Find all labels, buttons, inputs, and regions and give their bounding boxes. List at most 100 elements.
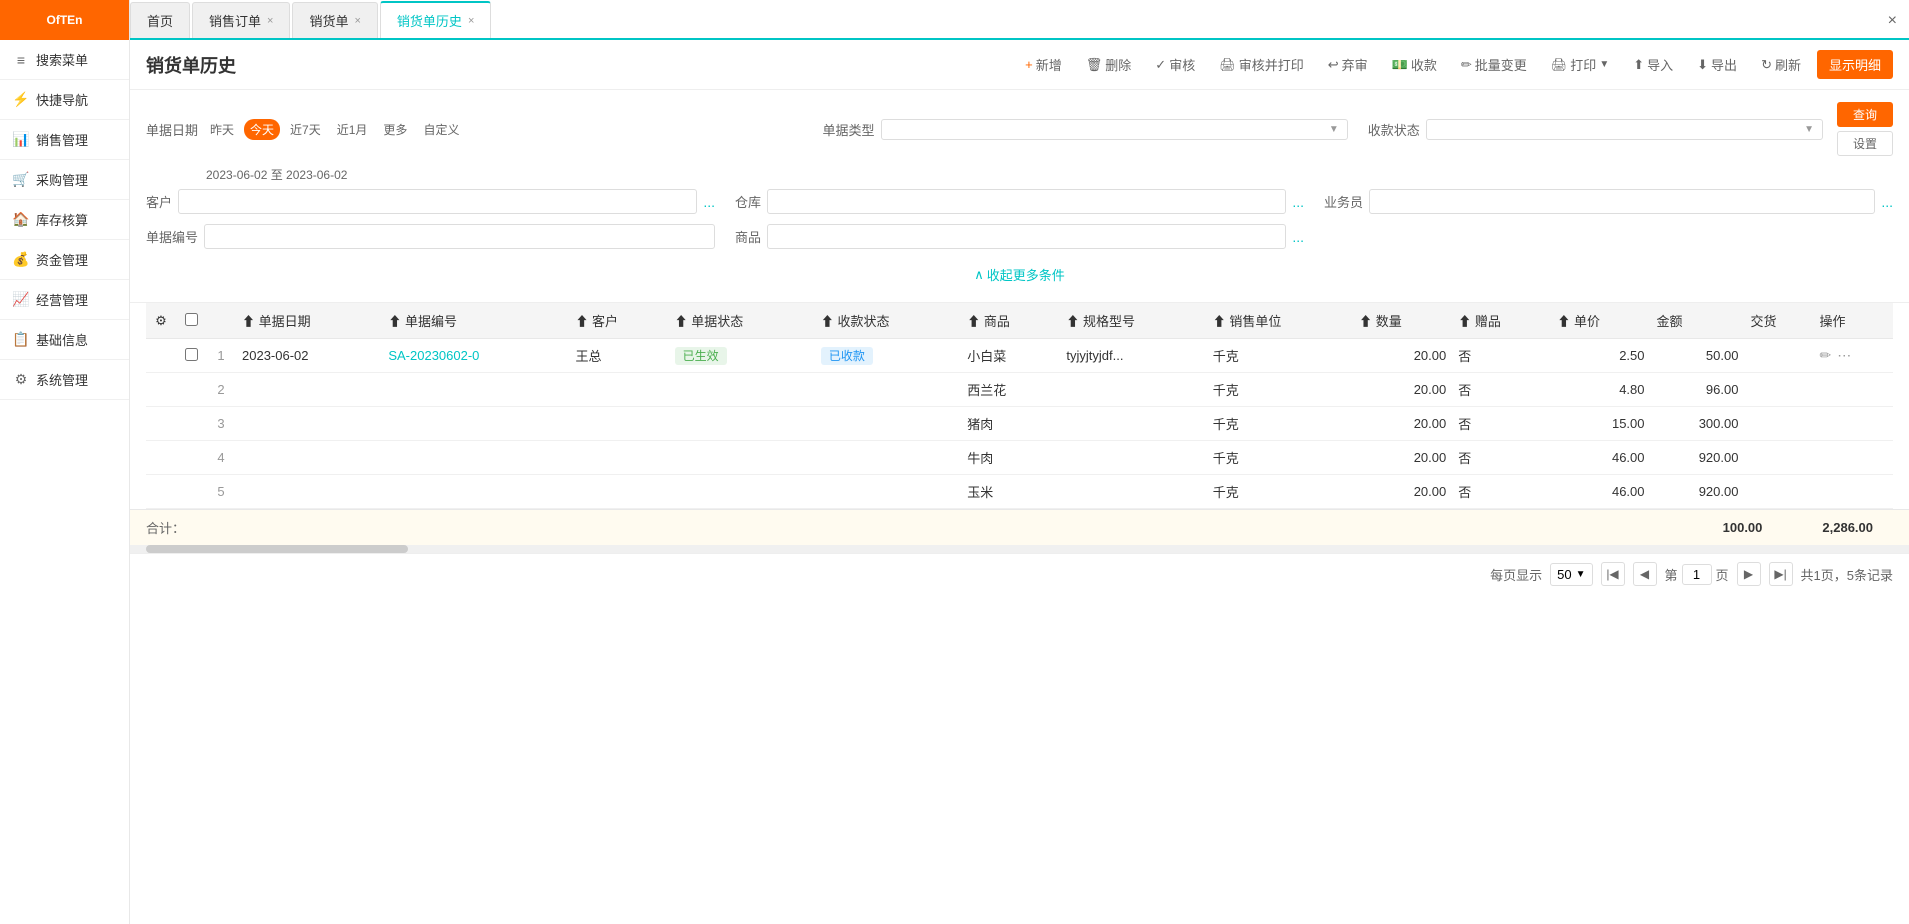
- sidebar-item-search-menu[interactable]: ≡ 搜索菜单: [0, 40, 129, 80]
- row-checkbox[interactable]: [185, 348, 198, 361]
- date-tag-custom[interactable]: 自定义: [417, 119, 465, 140]
- audit-print-button[interactable]: 🖨 审核并打印: [1211, 50, 1312, 79]
- sidebar-item-purchase-mgmt[interactable]: 🛒 采购管理: [0, 160, 129, 200]
- th-price[interactable]: ⬆ 单价: [1551, 303, 1650, 339]
- warehouse-input[interactable]: [767, 189, 1286, 214]
- footer-qty: 100.00: [246, 520, 1822, 535]
- row-customer: [569, 373, 668, 407]
- th-price-label: ⬆ 单价: [1557, 314, 1600, 329]
- sidebar-item-operations[interactable]: 📈 经营管理: [0, 280, 129, 320]
- collapse-button[interactable]: ∧ 收起更多条件: [146, 259, 1893, 290]
- doc-type-select[interactable]: ▼: [881, 119, 1348, 140]
- print-button[interactable]: 🖨 打印 ▼: [1543, 50, 1617, 79]
- prev-page-button[interactable]: ◀: [1633, 562, 1657, 586]
- first-page-button[interactable]: |◀: [1601, 562, 1625, 586]
- batch-change-button[interactable]: ✏ 批量变更: [1453, 50, 1535, 79]
- salesperson-input[interactable]: [1369, 189, 1875, 214]
- horizontal-scrollbar[interactable]: [130, 545, 1909, 553]
- row-amount: 96.00: [1651, 373, 1745, 407]
- refresh-button[interactable]: ↻ 刷新: [1753, 50, 1809, 79]
- th-unit[interactable]: ⬆ 销售单位: [1207, 303, 1353, 339]
- date-range-display: 2023-06-02 至 2023-06-02: [206, 166, 347, 183]
- row-check-cell[interactable]: [176, 475, 206, 509]
- next-page-button[interactable]: ▶: [1737, 562, 1761, 586]
- row-docno[interactable]: SA-20230602-0: [382, 339, 569, 373]
- export-button[interactable]: ⬇ 导出: [1689, 50, 1745, 79]
- row-product: 西兰花: [961, 373, 1060, 407]
- page-size-select[interactable]: 50 ▼: [1550, 563, 1592, 586]
- import-button[interactable]: ⬆ 导入: [1625, 50, 1681, 79]
- sidebar-item-quick-nav[interactable]: ⚡ 快捷导航: [0, 80, 129, 120]
- row-gift: 否: [1452, 441, 1551, 475]
- close-sales-delivery-tab[interactable]: ×: [354, 15, 360, 27]
- select-all-checkbox[interactable]: [185, 313, 198, 326]
- close-sales-history-tab[interactable]: ×: [468, 15, 474, 27]
- settings-button[interactable]: 设置: [1837, 131, 1893, 156]
- tab-sales-order[interactable]: 销售订单 ×: [192, 2, 290, 38]
- sidebar-item-inventory[interactable]: 🏠 库存核算: [0, 200, 129, 240]
- th-doc-status[interactable]: ⬆ 单据状态: [669, 303, 815, 339]
- th-pay-status[interactable]: ⬆ 收款状态: [815, 303, 961, 339]
- th-spec[interactable]: ⬆ 规格型号: [1060, 303, 1206, 339]
- close-sales-order-tab[interactable]: ×: [267, 15, 273, 27]
- scrollbar-thumb[interactable]: [146, 545, 408, 553]
- docno-link[interactable]: SA-20230602-0: [388, 348, 479, 363]
- sidebar-item-basic-info[interactable]: 📋 基础信息: [0, 320, 129, 360]
- th-product[interactable]: ⬆ 商品: [961, 303, 1060, 339]
- row-gift: 否: [1452, 475, 1551, 509]
- last-page-button[interactable]: ▶|: [1769, 562, 1793, 586]
- th-qty[interactable]: ⬆ 数量: [1353, 303, 1452, 339]
- warehouse-dots[interactable]: ...: [1292, 194, 1304, 210]
- date-tag-7days[interactable]: 近7天: [284, 119, 327, 140]
- customer-dots[interactable]: ...: [703, 194, 715, 210]
- audit-button[interactable]: ✓ 审核: [1147, 50, 1203, 79]
- th-gear[interactable]: ⚙: [146, 303, 176, 339]
- customer-input[interactable]: [178, 189, 697, 214]
- window-close-button[interactable]: ×: [1876, 4, 1909, 38]
- date-tag-today[interactable]: 今天: [244, 119, 280, 140]
- th-date[interactable]: ⬆ 单据日期: [236, 303, 382, 339]
- docno-input[interactable]: [204, 224, 715, 249]
- th-docno[interactable]: ⬆ 单据编号: [382, 303, 569, 339]
- payment-status-select[interactable]: ▼: [1426, 119, 1823, 140]
- th-customer[interactable]: ⬆ 客户: [569, 303, 668, 339]
- row-check-cell[interactable]: [176, 373, 206, 407]
- delete-button[interactable]: 🗑 删除: [1078, 50, 1140, 79]
- th-gift[interactable]: ⬆ 赠品: [1452, 303, 1551, 339]
- sidebar-item-finance-mgmt[interactable]: 💰 资金管理: [0, 240, 129, 280]
- add-button[interactable]: + 新增: [1017, 50, 1070, 79]
- page-number-input[interactable]: [1682, 564, 1712, 585]
- collect-button[interactable]: 💵 收款: [1384, 50, 1445, 79]
- th-check[interactable]: [176, 303, 206, 339]
- sidebar-item-sales-mgmt[interactable]: 📊 销售管理: [0, 120, 129, 160]
- salesperson-dots[interactable]: ...: [1881, 194, 1893, 210]
- edit-action-icon[interactable]: ✏: [1819, 347, 1831, 364]
- tab-home[interactable]: 首页: [130, 2, 190, 38]
- th-unit-label: ⬆ 销售单位: [1213, 314, 1282, 329]
- sidebar-item-sys-mgmt[interactable]: ⚙ 系统管理: [0, 360, 129, 400]
- tab-sales-history[interactable]: 销货单历史 ×: [380, 1, 491, 38]
- row-check-cell[interactable]: [176, 441, 206, 475]
- show-details-button[interactable]: 显示明细: [1817, 50, 1893, 79]
- date-tag-1month[interactable]: 近1月: [331, 119, 374, 140]
- row-pay-status: [815, 373, 961, 407]
- batch-change-label: 批量变更: [1475, 55, 1527, 74]
- row-trade: [1744, 339, 1813, 373]
- row-unit: 千克: [1207, 373, 1353, 407]
- product-dots[interactable]: ...: [1292, 229, 1304, 245]
- table-row: 4 牛肉 千克 20.00 否 46.00 920.00: [146, 441, 1893, 475]
- date-tag-more[interactable]: 更多: [377, 119, 413, 140]
- query-button[interactable]: 查询: [1837, 102, 1893, 127]
- product-input[interactable]: [767, 224, 1286, 249]
- row-spec: [1060, 475, 1206, 509]
- row-check-cell[interactable]: [176, 339, 206, 373]
- row-customer: [569, 475, 668, 509]
- tab-sales-delivery[interactable]: 销货单 ×: [292, 2, 377, 38]
- row-check-cell[interactable]: [176, 407, 206, 441]
- more-action-icon[interactable]: ⋯: [1837, 347, 1851, 364]
- abandon-button[interactable]: ↩ 弃审: [1320, 50, 1376, 79]
- salesperson-label: 业务员: [1324, 192, 1363, 211]
- doc-status-badge: 已生效: [675, 347, 727, 365]
- main-area: 首页 销售订单 × 销货单 × 销货单历史 × × 销货单历史 + 新增: [130, 0, 1909, 924]
- date-tag-yesterday[interactable]: 昨天: [204, 119, 240, 140]
